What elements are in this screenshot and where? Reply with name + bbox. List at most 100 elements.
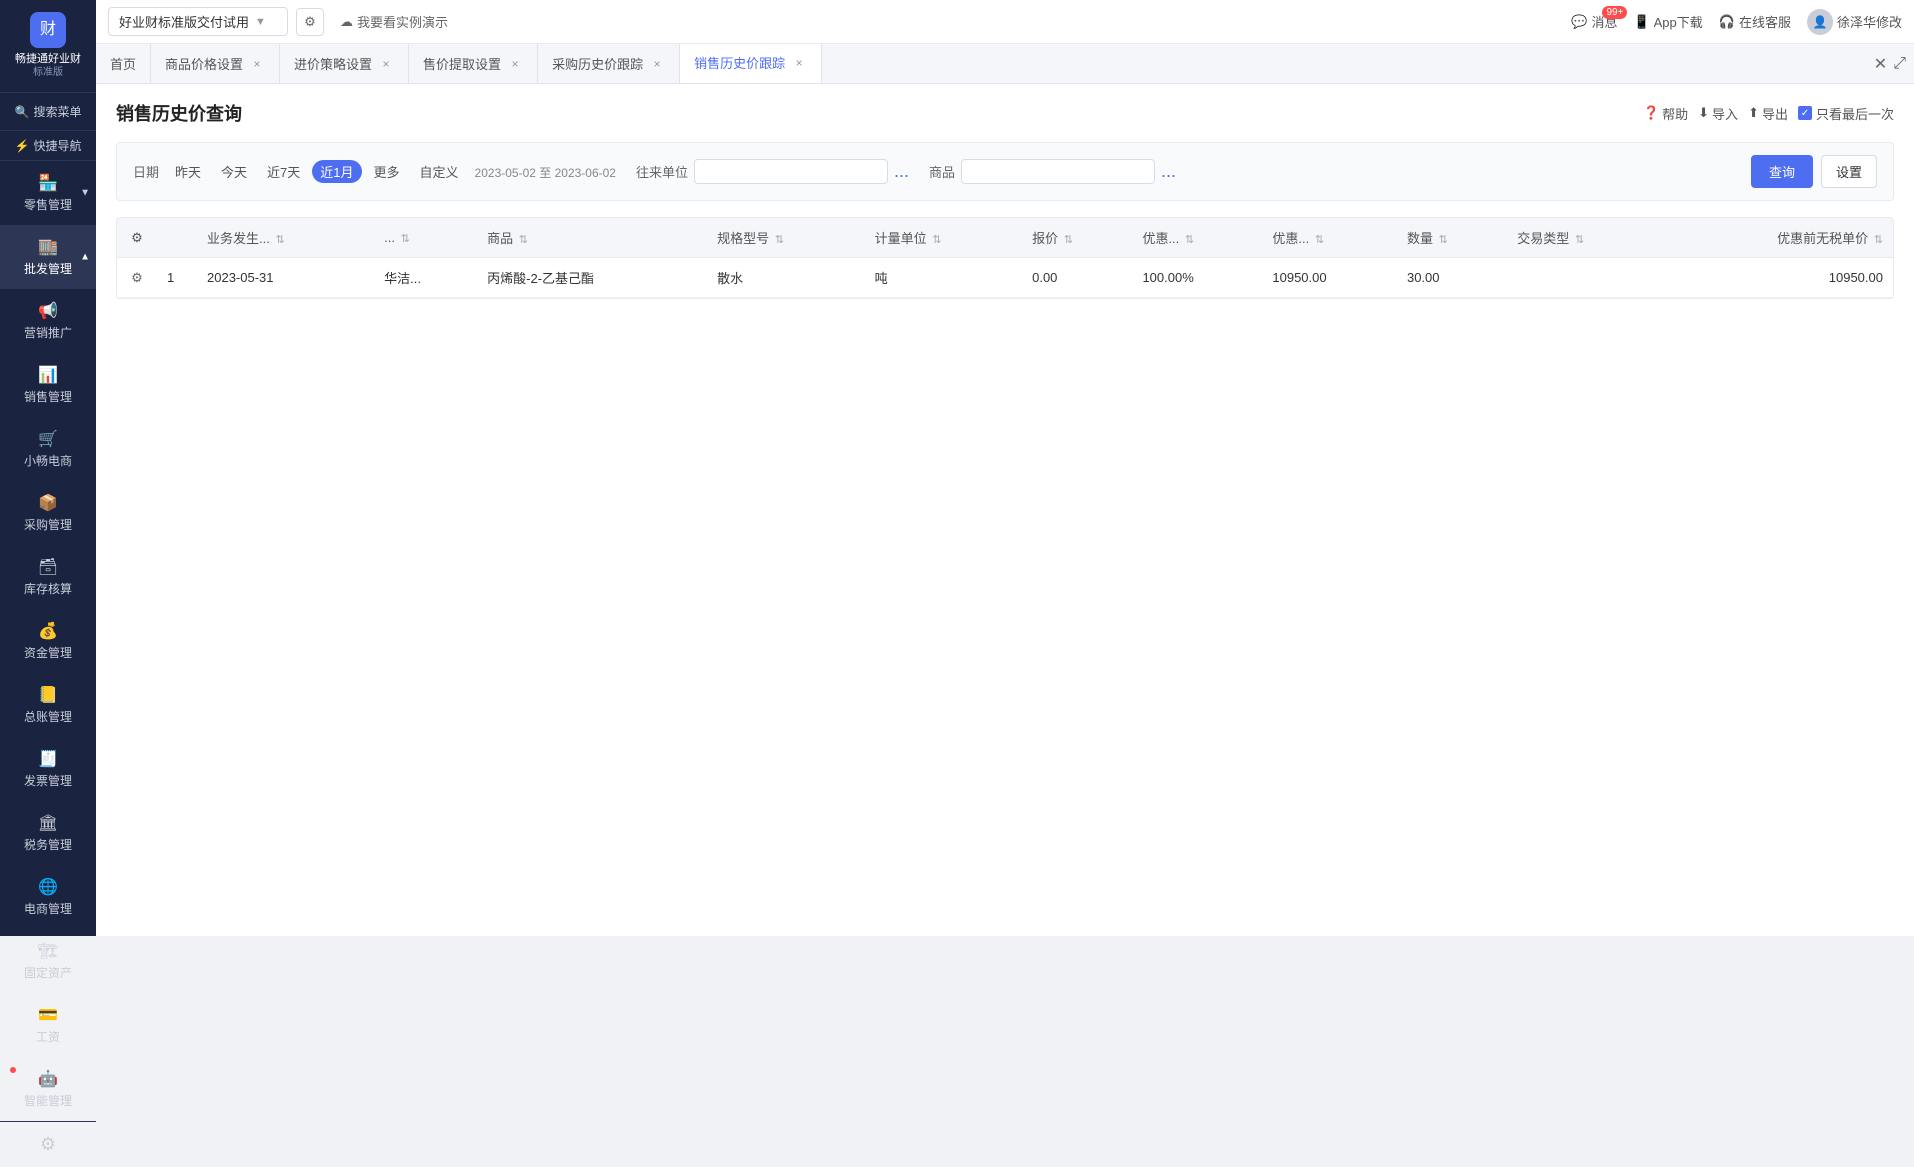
phone-icon: 📱: [1633, 14, 1649, 30]
date-opt-more[interactable]: 更多: [366, 160, 408, 183]
date-opt-last1m[interactable]: 近1月: [312, 160, 361, 183]
partner-filter-label: 往来单位: [636, 162, 688, 181]
demo-cloud-icon: ☁: [340, 14, 353, 30]
export-link[interactable]: ⬆ 导出: [1748, 104, 1788, 123]
col-dots[interactable]: ... ⇅: [374, 218, 477, 258]
sidebar-item-marketing[interactable]: 📢 营销推广: [0, 289, 96, 353]
tab-sales-history-close[interactable]: ×: [791, 55, 807, 71]
tab-purchase-strategy-close[interactable]: ×: [378, 56, 394, 72]
sidebar-item-retail[interactable]: 🏪 零售管理 ▼: [0, 161, 96, 225]
sidebar-item-ecommerce-small[interactable]: 🛒 小畅电商: [0, 417, 96, 481]
tab-purchase-history[interactable]: 采购历史价跟踪 ×: [538, 44, 680, 84]
date-opt-custom[interactable]: 自定义: [412, 160, 467, 183]
sidebar-item-purchase[interactable]: 📦 采购管理: [0, 481, 96, 545]
page-header-actions: ❓ 帮助 ⬇ 导入 ⬆ 导出 ✓ 只看最后一次: [1643, 104, 1894, 123]
purchase-icon: 📦: [38, 493, 58, 513]
col-discount1[interactable]: 优惠... ⇅: [1132, 218, 1262, 258]
sidebar-search[interactable]: 🔍 搜索菜单: [0, 93, 96, 131]
row-discount2: 10950.00: [1262, 258, 1397, 298]
partner-input[interactable]: [694, 159, 888, 184]
version-selector[interactable]: 好业财标准版交付试用 ▼: [108, 7, 288, 36]
row-product: 丙烯酸-2-乙基己酯: [477, 258, 707, 298]
tab-price-close[interactable]: ×: [249, 56, 265, 72]
logo-text: 畅捷通好业财: [15, 52, 81, 66]
only-last-checkbox[interactable]: ✓ 只看最后一次: [1798, 104, 1894, 123]
tab-home[interactable]: 首页: [96, 44, 151, 84]
demo-label: 我要看实例演示: [357, 12, 448, 31]
sidebar-item-smart[interactable]: 🤖 智能管理: [0, 1057, 96, 1121]
discount2-sort-icon: ⇅: [1315, 234, 1324, 246]
sidebar-item-tax-label: 税务管理: [24, 836, 72, 853]
inventory-icon: 🗃: [38, 557, 58, 577]
product-dots-button[interactable]: ...: [1161, 161, 1176, 182]
quantity-sort-icon: ⇅: [1439, 234, 1448, 246]
filter-actions: 查询 设置: [1751, 155, 1877, 188]
sidebar-item-ecommerce[interactable]: 🌐 电商管理: [0, 865, 96, 929]
col-discount2[interactable]: 优惠... ⇅: [1262, 218, 1397, 258]
import-link[interactable]: ⬇ 导入: [1698, 104, 1738, 123]
tab-home-label: 首页: [110, 54, 136, 73]
help-link[interactable]: ❓ 帮助: [1643, 104, 1688, 123]
tab-purchase-history-close[interactable]: ×: [649, 56, 665, 72]
sidebar-item-fixed-assets[interactable]: 🏗 固定资产: [0, 929, 96, 993]
sidebar-item-tax[interactable]: 🏛 税务管理: [0, 801, 96, 865]
data-table-container: ⚙ 业务发生... ⇅ ... ⇅ 商品 ⇅: [116, 217, 1894, 299]
date-opt-yesterday[interactable]: 昨天: [167, 160, 209, 183]
sidebar-item-ledger[interactable]: 📒 总账管理: [0, 673, 96, 737]
col-gear[interactable]: ⚙: [117, 218, 157, 258]
wholesale-icon: 🏬: [38, 237, 58, 257]
version-selector-text: 好业财标准版交付试用: [119, 12, 249, 31]
sidebar-item-sales[interactable]: 📊 销售管理: [0, 353, 96, 417]
tabbar-close-button[interactable]: ✕: [1874, 54, 1887, 74]
sidebar-settings-button[interactable]: ⚙: [0, 1121, 96, 1167]
message-button[interactable]: 💬 消息 99+: [1571, 12, 1617, 31]
tab-price-extract[interactable]: 售价提取设置 ×: [409, 44, 538, 84]
demo-link[interactable]: ☁ 我要看实例演示: [340, 12, 448, 31]
settings-button[interactable]: 设置: [1821, 155, 1877, 188]
sidebar-item-inventory[interactable]: 🗃 库存核算: [0, 545, 96, 609]
fixed-assets-icon: 🏗: [38, 941, 58, 961]
sidebar-item-finance[interactable]: 💰 资金管理: [0, 609, 96, 673]
row-gear[interactable]: ⚙: [117, 258, 157, 298]
col-product[interactable]: 商品 ⇅: [477, 218, 707, 258]
transaction-type-sort-icon: ⇅: [1575, 234, 1584, 246]
col-quantity[interactable]: 数量 ⇅: [1397, 218, 1507, 258]
price-sort-icon: ⇅: [1064, 234, 1073, 246]
product-input[interactable]: [961, 159, 1155, 184]
sidebar-item-wholesale[interactable]: 🏬 批发管理 ▲: [0, 225, 96, 289]
tabbar-maximize-button[interactable]: ⤢: [1893, 55, 1906, 73]
col-biz-date[interactable]: 业务发生... ⇅: [197, 218, 374, 258]
partner-dots-button[interactable]: ...: [894, 161, 909, 182]
tab-purchase-strategy[interactable]: 进价策略设置 ×: [280, 44, 409, 84]
date-filter-label: 日期: [133, 162, 159, 181]
date-opt-today[interactable]: 今天: [213, 160, 255, 183]
col-price[interactable]: 报价 ⇅: [1022, 218, 1132, 258]
tab-sales-history[interactable]: 销售历史价跟踪 ×: [680, 44, 822, 84]
online-service-button[interactable]: 🎧 在线客服: [1719, 12, 1791, 31]
sidebar-item-sales-label: 销售管理: [24, 388, 72, 405]
product-filter-group: 商品 ...: [929, 159, 1176, 184]
query-button[interactable]: 查询: [1751, 155, 1813, 188]
wholesale-arrow-icon: ▲: [80, 252, 90, 263]
col-unit[interactable]: 计量单位 ⇅: [865, 218, 1022, 258]
user-profile-button[interactable]: 👤 徐泽华修改: [1807, 9, 1902, 35]
filter-bar: 日期 昨天 今天 近7天 近1月 更多 自定义 2023-05-02 至 202…: [116, 142, 1894, 201]
row-num: 1: [157, 258, 197, 298]
row-quantity: 30.00: [1397, 258, 1507, 298]
col-transaction-type[interactable]: 交易类型 ⇅: [1507, 218, 1664, 258]
tab-price[interactable]: 商品价格设置 ×: [151, 44, 280, 84]
tab-price-extract-close[interactable]: ×: [507, 56, 523, 72]
table-header-row: ⚙ 业务发生... ⇅ ... ⇅ 商品 ⇅: [117, 218, 1893, 258]
data-table: ⚙ 业务发生... ⇅ ... ⇅ 商品 ⇅: [117, 218, 1893, 298]
col-spec[interactable]: 规格型号 ⇅: [707, 218, 864, 258]
row-dots: 华洁...: [374, 258, 477, 298]
col-pretax-price[interactable]: 优惠前无税单价 ⇅: [1665, 218, 1893, 258]
topbar-settings-button[interactable]: ⚙: [296, 8, 324, 36]
sidebar-item-salary[interactable]: 💳 工资: [0, 993, 96, 1057]
pretax-price-sort-icon: ⇅: [1874, 234, 1883, 246]
sidebar-quick-nav[interactable]: ⚡ 快捷导航: [0, 131, 96, 161]
sidebar-item-invoice[interactable]: 🧾 发票管理: [0, 737, 96, 801]
app-download-button[interactable]: 📱 App下载: [1633, 12, 1702, 31]
date-range-display: 2023-05-02 至 2023-06-02: [475, 166, 616, 180]
date-opt-last7[interactable]: 近7天: [259, 160, 308, 183]
